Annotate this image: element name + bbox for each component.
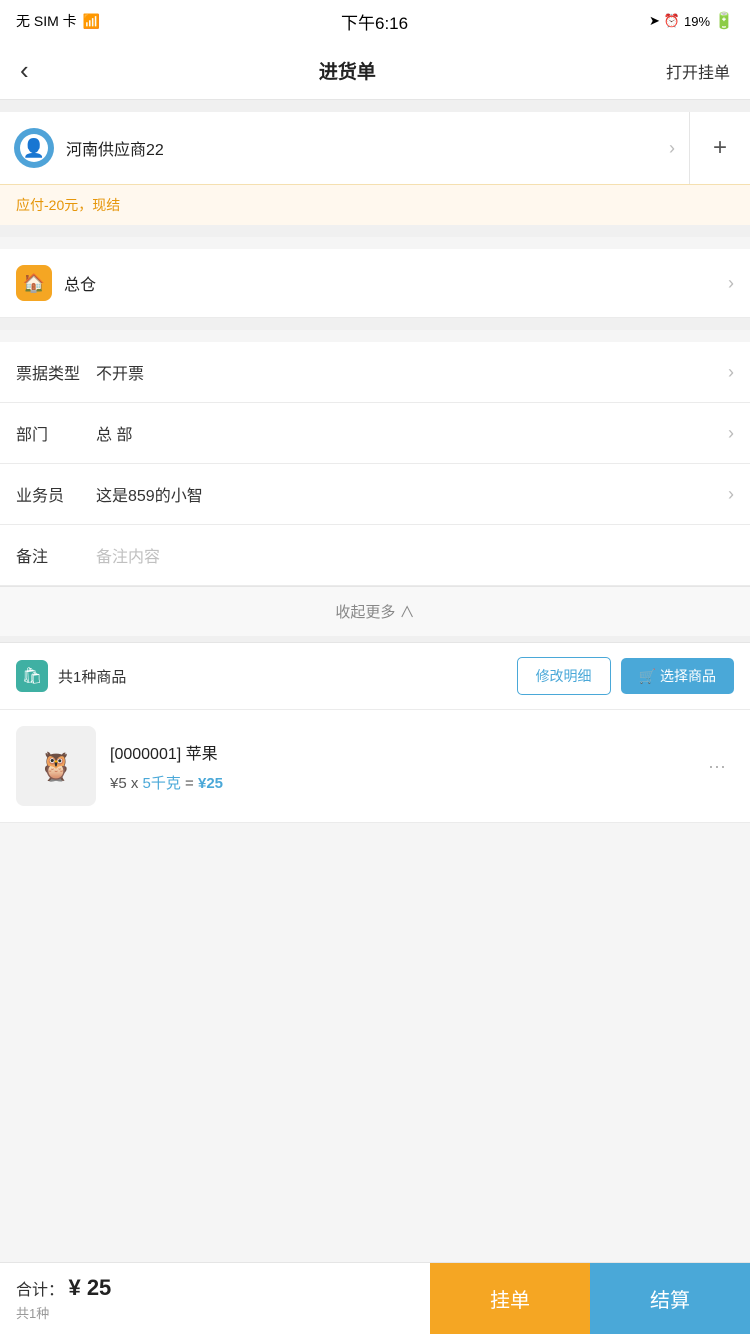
no-sim-text: 无 SIM 卡 [16,11,77,31]
house-icon: 🏠 [23,273,45,294]
settle-button[interactable]: 结算 [590,1263,750,1334]
footer-spacer [0,823,750,895]
total-sub: 共1种 [16,1303,414,1322]
cart-icon: 🛒 [639,668,656,685]
remark-input[interactable]: 备注内容 [96,543,734,567]
invoice-type-row[interactable]: 票据类型 不开票 › [0,342,750,403]
products-icon: 🛍 [16,660,48,692]
open-hang-button[interactable]: 打开挂单 [666,59,730,83]
add-icon: + [713,134,727,162]
edit-detail-button[interactable]: 修改明细 [517,657,611,695]
nav-bar: ‹ 进货单 打开挂单 [0,42,750,100]
supplier-avatar: 👤 [14,128,54,168]
total-row: 合计： ¥ 25 [16,1275,414,1301]
total-label: 合计： [16,1282,64,1299]
product-info: [0000001] 苹果 ¥5 x 5千克 = ¥25 [110,740,700,793]
divider-1 [0,100,750,112]
remark-label: 备注 [16,543,96,567]
product-name: [0000001] 苹果 [110,740,700,764]
invoice-type-label: 票据类型 [16,360,96,384]
equals-sign: = [185,775,198,792]
products-count: 共1种商品 [58,666,517,687]
warehouse-section: 🏠 总仓 › [0,249,750,318]
total-value: ¥25 [198,775,223,792]
products-header: 🛍 共1种商品 修改明细 🛒 选择商品 [0,642,750,710]
bottom-footer: 合计： ¥ 25 共1种 挂单 结算 [0,1262,750,1334]
select-product-label: 选择商品 [660,666,716,686]
status-left: 无 SIM 卡 📶 [16,11,100,31]
department-label: 部门 [16,421,96,445]
notice-bar: 应付-20元，现结 [0,184,750,225]
back-button[interactable]: ‹ [20,55,29,86]
warehouse-chevron-icon: › [728,273,734,294]
product-thumbnail: 🦉 [16,726,96,806]
divider-3 [0,318,750,330]
department-value: 总 部 [96,421,728,445]
battery-text: 19% [684,14,710,29]
salesperson-chevron: › [728,484,734,505]
product-item: 🦉 [0000001] 苹果 ¥5 x 5千克 = ¥25 ··· [0,710,750,823]
supplier-avatar-inner: 👤 [20,134,48,162]
total-amount: ¥ 25 [68,1275,111,1300]
supplier-add-button[interactable]: + [690,112,750,184]
salesperson-label: 业务员 [16,482,96,506]
warehouse-icon: 🏠 [16,265,52,301]
warehouse-name: 总仓 [64,271,728,295]
supplier-select-row[interactable]: 👤 河南供应商22 › [0,112,690,184]
collapse-bar[interactable]: 收起更多 ∧ [0,586,750,636]
alarm-icon: ⏰ [664,13,680,29]
hang-button[interactable]: 挂单 [430,1263,590,1334]
supplier-name: 河南供应商22 [66,136,669,160]
shopping-bag-icon: 🛍 [22,666,42,686]
form-section: 票据类型 不开票 › 部门 总 部 › 业务员 这是859的小智 › 备注 备注… [0,342,750,586]
department-row[interactable]: 部门 总 部 › [0,403,750,464]
battery-icon: 🔋 [714,11,734,31]
price-unit: ¥5 [110,775,127,792]
location-icon: ➤ [649,13,660,29]
invoice-type-chevron: › [728,362,734,383]
department-chevron: › [728,423,734,444]
salesperson-row[interactable]: 业务员 这是859的小智 › [0,464,750,525]
notice-text: 应付-20元，现结 [16,197,120,213]
product-owl-icon: 🦉 [39,750,74,783]
supplier-section: 👤 河南供应商22 › + [0,112,750,184]
quantity-value: 5千克 [143,775,181,792]
multiply-sign: x [131,775,143,792]
status-right: ➤ ⏰ 19% 🔋 [649,11,734,31]
footer-total: 合计： ¥ 25 共1种 [0,1263,430,1334]
warehouse-row[interactable]: 🏠 总仓 › [0,249,750,318]
salesperson-value: 这是859的小智 [96,482,728,506]
collapse-label: 收起更多 ∧ [335,604,414,621]
wifi-icon: 📶 [83,13,100,30]
status-bar: 无 SIM 卡 📶 下午6:16 ➤ ⏰ 19% 🔋 [0,0,750,42]
product-more-button[interactable]: ··· [700,752,734,781]
status-time: 下午6:16 [341,9,408,34]
select-product-button[interactable]: 🛒 选择商品 [621,658,734,694]
product-price: ¥5 x 5千克 = ¥25 [110,772,700,793]
supplier-chevron-icon: › [669,138,675,159]
page-title: 进货单 [319,57,376,84]
remark-row[interactable]: 备注 备注内容 [0,525,750,586]
invoice-type-value: 不开票 [96,360,728,384]
person-icon: 👤 [23,138,45,159]
divider-2 [0,225,750,237]
